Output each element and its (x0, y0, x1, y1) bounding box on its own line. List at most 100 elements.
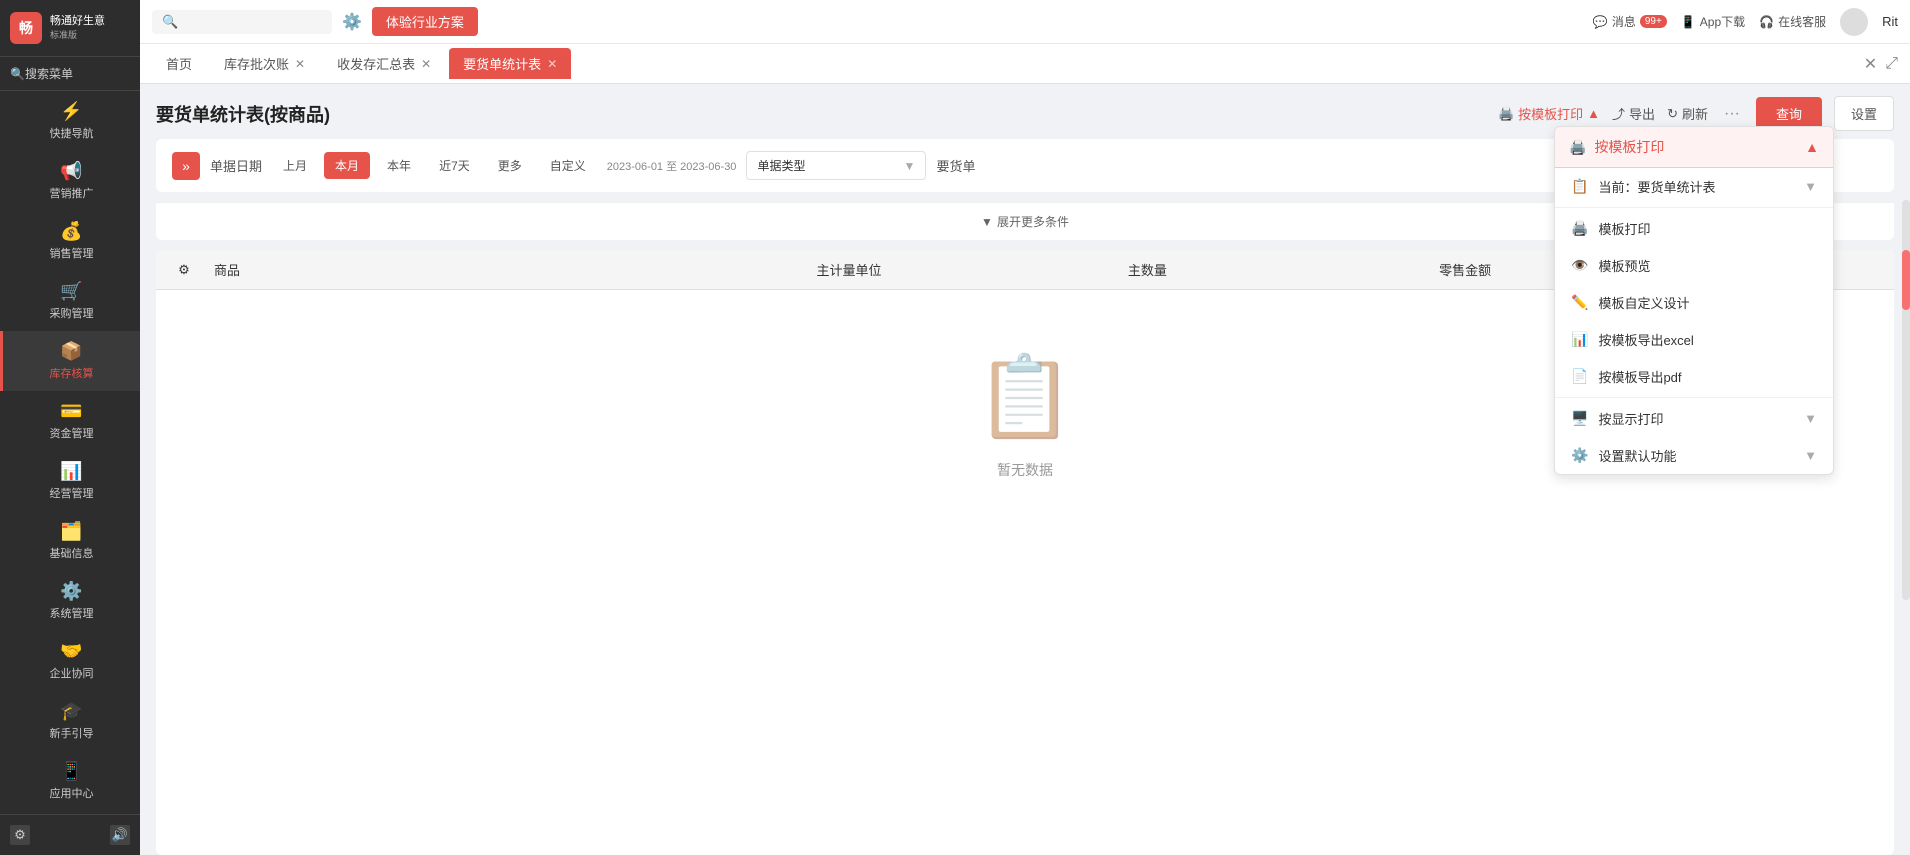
sidebar-search[interactable]: 🔍 搜索菜单 (0, 57, 140, 91)
app-logo-icon: 畅 (10, 12, 42, 44)
order-goods-label: 要货单 (936, 156, 975, 175)
scroll-down-btn[interactable]: 🔊 (110, 825, 130, 845)
message-action[interactable]: 💬 消息 99+ (1593, 13, 1667, 30)
dropdown-current-template[interactable]: 📋 当前：要货单统计表 ▼ (1555, 168, 1833, 205)
tab-home[interactable]: 首页 (152, 48, 206, 79)
main-content: 🔍 ⚙️ 体验行业方案 💬 消息 99+ 📱 App下载 🎧 在线客服 Rit (140, 0, 1910, 855)
page-header: 要货单统计表(按商品) 🖨️ 按模板打印 ▲ ⤴ 导出 ↻ 刷新 (140, 84, 1910, 139)
tab-close-receivable-summary[interactable]: ✕ (421, 57, 431, 71)
username-display: Rit (1882, 14, 1898, 29)
topbar-search-input[interactable] (184, 15, 304, 29)
dropdown-display-print[interactable]: 🖥️ 按显示打印 ▼ (1555, 400, 1833, 437)
shortcut-icon: ⚡ (60, 101, 82, 122)
sidebar-item-appstore[interactable]: 📱应用中心 (0, 751, 140, 811)
date-btn-this-year[interactable]: 本年 (376, 152, 422, 179)
settings-button[interactable]: 设置 (1834, 96, 1894, 131)
trial-plan-button[interactable]: 体验行业方案 (372, 7, 478, 36)
export-button[interactable]: ⤴ 导出 (1612, 104, 1655, 123)
topbar-settings-icon[interactable]: ⚙️ (342, 12, 362, 32)
date-btn-more[interactable]: 更多 (487, 152, 533, 179)
sidebar-item-collab[interactable]: 🤝企业协同 (0, 631, 140, 691)
purchase-icon: 🛒 (60, 281, 82, 302)
sidebar: 畅 畅通好生意 标准版 🔍 搜索菜单 ⚡快捷导航📢营销推广💰销售管理🛒采购管理📦… (0, 0, 140, 855)
page-actions: 🖨️ 按模板打印 ▲ ⤴ 导出 ↻ 刷新 🖨️ (1498, 96, 1894, 131)
dropdown-set-default[interactable]: ⚙️ 设置默认功能 ▼ (1555, 437, 1833, 474)
scrollbar-thumb[interactable] (1902, 250, 1910, 310)
sales-icon: 💰 (60, 221, 82, 242)
tab-order-stats[interactable]: 要货单统计表✕ (449, 48, 571, 79)
user-avatar[interactable] (1840, 8, 1868, 36)
sidebar-item-sales[interactable]: 💰销售管理 (0, 211, 140, 271)
scroll-up-btn[interactable]: ⚙ (10, 825, 30, 845)
tab-batch-account[interactable]: 库存批次账✕ (210, 48, 319, 79)
date-btn-7days[interactable]: 近7天 (428, 152, 481, 179)
date-filter-group: 上月 本月 本年 近7天 更多 自定义 2023-06-01 至 2023-06… (272, 152, 736, 179)
sidebar-item-newbie[interactable]: 🎓新手引导 (0, 691, 140, 751)
search-icon: 🔍 (10, 67, 25, 81)
template-print-button[interactable]: 🖨️ 按模板打印 ▲ (1498, 104, 1600, 123)
refresh-icon: ↻ (1667, 106, 1678, 122)
display-print-icon: 🖥️ (1571, 410, 1588, 427)
online-service-action[interactable]: 🎧 在线客服 (1759, 13, 1826, 30)
tab-close-order-stats[interactable]: ✕ (547, 57, 557, 71)
col-quantity: 主数量 (1118, 260, 1429, 279)
chevron-down-icon: ▼ (981, 215, 993, 229)
basic-icon: 🗂️ (60, 521, 82, 542)
pdf-icon: 📄 (1571, 368, 1588, 385)
window-close-btn[interactable]: ✕ (1864, 54, 1877, 74)
dropdown-template-custom[interactable]: ✏️ 模板自定义设计 (1555, 284, 1833, 321)
print-icon: 🖨️ (1571, 220, 1588, 237)
window-maximize-btn[interactable]: ⤢ (1885, 55, 1898, 73)
chevron-up-icon: ▲ (1587, 106, 1600, 121)
sidebar-item-shortcut[interactable]: ⚡快捷导航 (0, 91, 140, 151)
date-btn-last-month[interactable]: 上月 (272, 152, 318, 179)
tab-receivable-summary[interactable]: 收发存汇总表✕ (323, 48, 445, 79)
dropdown-export-excel[interactable]: 📊 按模板导出excel (1555, 321, 1833, 358)
dropdown-header: 🖨️ 按模板打印 ▲ (1555, 127, 1833, 168)
empty-icon: 📋 (975, 350, 1075, 444)
preview-icon: 👁️ (1571, 257, 1588, 274)
select-arrow-icon: ▼ (904, 159, 916, 173)
filter-expand-button[interactable]: » (172, 152, 200, 180)
topbar-search-icon: 🔍 (162, 14, 178, 30)
app-name: 畅通好生意 标准版 (50, 14, 105, 42)
col-settings[interactable]: ⚙ (164, 262, 204, 278)
headset-icon: 🎧 (1759, 15, 1774, 29)
tabbar: 首页库存批次账✕收发存汇总表✕要货单统计表✕ ✕ ⤢ (140, 44, 1910, 84)
printer-icon: 🖨️ (1498, 106, 1514, 122)
date-range-display: 2023-06-01 至 2023-06-30 (607, 158, 737, 174)
order-type-select[interactable]: 单据类型 ▼ (746, 151, 926, 180)
template-print-dropdown: 🖨️ 按模板打印 ▲ 📋 当前：要货单统计表 ▼ (1554, 126, 1834, 475)
page-title: 要货单统计表(按商品) (156, 101, 330, 127)
dropdown-collapse-icon[interactable]: ▲ (1805, 139, 1819, 155)
dropdown-print-icon: 🖨️ (1569, 139, 1586, 156)
sidebar-item-system[interactable]: ⚙️系统管理 (0, 571, 140, 631)
expand-icon: » (182, 158, 190, 174)
edit-icon: ✏️ (1571, 294, 1588, 311)
refresh-button[interactable]: ↻ 刷新 (1667, 104, 1708, 123)
sidebar-item-purchase[interactable]: 🛒采购管理 (0, 271, 140, 331)
app-download-action[interactable]: 📱 App下载 (1681, 13, 1745, 30)
page-scrollbar[interactable] (1902, 200, 1910, 600)
export-icon: ⤴ (1612, 104, 1625, 123)
date-btn-custom[interactable]: 自定义 (539, 152, 597, 179)
sidebar-item-finance[interactable]: 💳资金管理 (0, 391, 140, 451)
operation-icon: 📊 (60, 461, 82, 482)
sidebar-item-basic[interactable]: 🗂️基础信息 (0, 511, 140, 571)
page-content: 要货单统计表(按商品) 🖨️ 按模板打印 ▲ ⤴ 导出 ↻ 刷新 (140, 84, 1910, 855)
dropdown-template-preview[interactable]: 👁️ 模板预览 (1555, 247, 1833, 284)
dropdown-template-print[interactable]: 🖨️ 模板打印 (1555, 210, 1833, 247)
sidebar-item-operation[interactable]: 📊经营管理 (0, 451, 140, 511)
sidebar-item-marketing[interactable]: 📢营销推广 (0, 151, 140, 211)
date-btn-this-month[interactable]: 本月 (324, 152, 370, 179)
message-badge: 99+ (1640, 15, 1667, 28)
expand-more-button[interactable]: ▼ 展开更多条件 (965, 209, 1085, 234)
tab-close-batch-account[interactable]: ✕ (295, 57, 305, 71)
sidebar-item-inventory[interactable]: 📦库存核算 (0, 331, 140, 391)
set-default-icon: ⚙️ (1571, 447, 1588, 464)
set-default-arrow: ▼ (1804, 448, 1817, 463)
more-actions-button[interactable]: ··· (1720, 101, 1744, 127)
topbar-search-box[interactable]: 🔍 (152, 10, 332, 34)
marketing-icon: 📢 (60, 161, 82, 182)
dropdown-export-pdf[interactable]: 📄 按模板导出pdf (1555, 358, 1833, 395)
